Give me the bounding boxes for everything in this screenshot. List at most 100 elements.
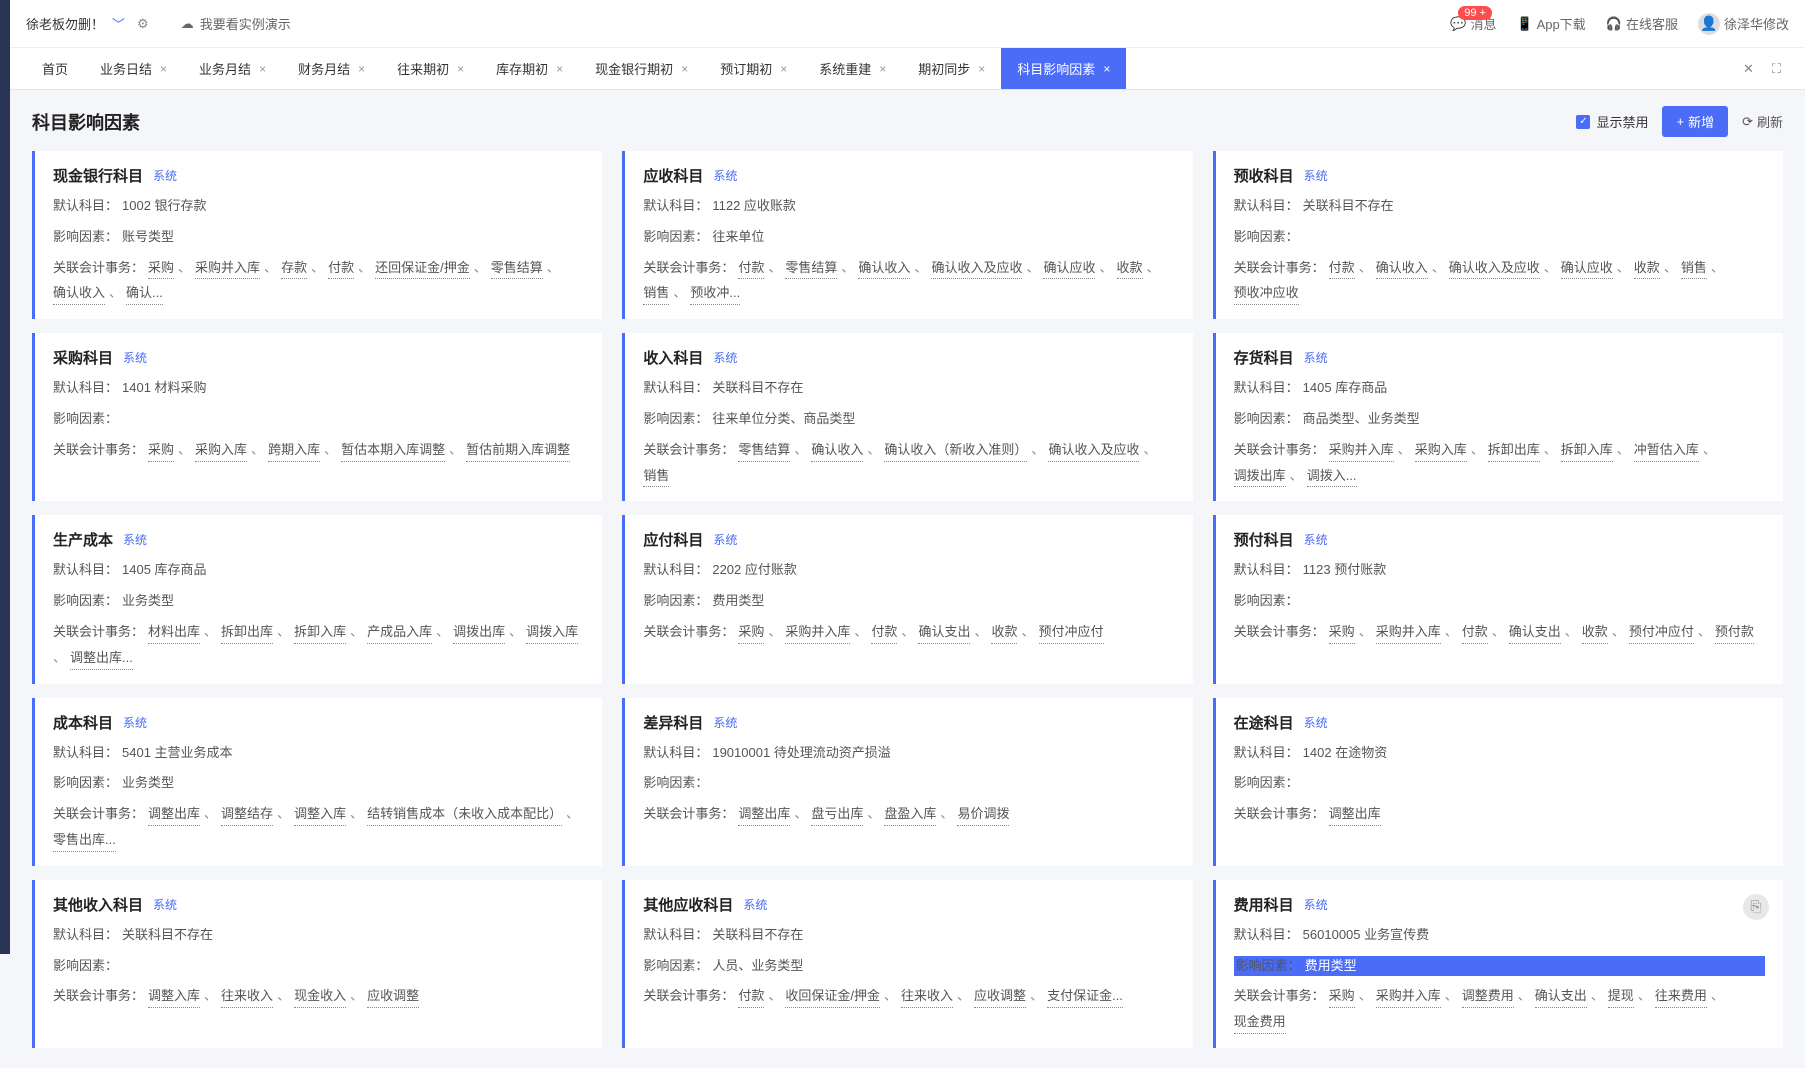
- related-link[interactable]: 付款: [328, 258, 354, 280]
- related-link[interactable]: 付款: [1462, 622, 1488, 644]
- related-link[interactable]: 暂估前期入库调整: [466, 440, 570, 462]
- online-service-link[interactable]: 🎧 在线客服: [1606, 14, 1678, 33]
- subject-card[interactable]: 预收科目系统默认科目：关联科目不存在影响因素：关联会计事务：付款、确认收入、确认…: [1213, 151, 1783, 319]
- demo-link[interactable]: ☁ 我要看实例演示: [181, 14, 291, 33]
- related-link[interactable]: 收款: [1634, 258, 1660, 280]
- related-link[interactable]: 确认收入及应收: [1048, 440, 1139, 462]
- related-link[interactable]: 付款: [738, 258, 764, 280]
- related-link[interactable]: 拆卸出库: [221, 622, 273, 644]
- subject-card[interactable]: 生产成本系统默认科目：1405 库存商品影响因素：业务类型关联会计事务：材料出库…: [32, 515, 602, 683]
- close-icon[interactable]: ×: [978, 62, 985, 76]
- close-icon[interactable]: ×: [681, 62, 688, 76]
- fullscreen-icon[interactable]: ⛶: [1768, 57, 1785, 81]
- related-link[interactable]: 预付冲应付: [1039, 622, 1104, 644]
- messages-link[interactable]: 99 + 💬 消息: [1450, 14, 1496, 33]
- related-link[interactable]: 采购: [1329, 986, 1355, 1008]
- related-link[interactable]: 采购入库: [1415, 440, 1467, 462]
- tab[interactable]: 科目影响因素×: [1001, 48, 1126, 89]
- related-link[interactable]: 拆卸入库: [294, 622, 346, 644]
- related-link[interactable]: 收款: [1582, 622, 1608, 644]
- related-link[interactable]: 采购入库: [195, 440, 247, 462]
- related-link[interactable]: 预收冲...: [690, 283, 740, 305]
- related-link[interactable]: 调拨出库: [1234, 466, 1286, 488]
- subject-card[interactable]: 成本科目系统默认科目：5401 主营业务成本影响因素：业务类型关联会计事务：调整…: [32, 698, 602, 866]
- refresh-button[interactable]: ⟳ 刷新: [1742, 112, 1783, 131]
- related-link[interactable]: 确认收入: [811, 440, 863, 462]
- related-link[interactable]: 零售结算: [491, 258, 543, 280]
- related-link[interactable]: 零售结算: [738, 440, 790, 462]
- subject-card[interactable]: 预付科目系统默认科目：1123 预付账款影响因素：关联会计事务：采购、采购并入库…: [1213, 515, 1783, 683]
- related-link[interactable]: 调整出库: [738, 804, 790, 826]
- subject-card[interactable]: 应付科目系统默认科目：2202 应付账款影响因素：费用类型关联会计事务：采购、采…: [622, 515, 1192, 683]
- related-link[interactable]: 采购并入库: [1376, 986, 1441, 1008]
- close-icon[interactable]: ×: [358, 62, 365, 76]
- tab[interactable]: 预订期初×: [704, 48, 803, 89]
- related-link[interactable]: 预收冲应收: [1234, 283, 1299, 305]
- related-link[interactable]: 往来收入: [901, 986, 953, 1008]
- related-link[interactable]: 确认支出: [918, 622, 970, 644]
- related-link[interactable]: 确认收入: [1376, 258, 1428, 280]
- subject-card[interactable]: 差异科目系统默认科目：19010001 待处理流动资产损溢影响因素：关联会计事务…: [622, 698, 1192, 866]
- related-link[interactable]: 销售: [643, 283, 669, 305]
- related-link[interactable]: 应收调整: [367, 986, 419, 1008]
- related-link[interactable]: 付款: [871, 622, 897, 644]
- related-link[interactable]: 采购: [738, 622, 764, 644]
- subject-card[interactable]: 其他收入科目系统默认科目：关联科目不存在影响因素：关联会计事务：调整入库、往来收…: [32, 880, 602, 1048]
- subject-card[interactable]: 费用科目系统默认科目：56010005 业务宣传费影响因素：费用类型关联会计事务…: [1213, 880, 1783, 1048]
- subject-card[interactable]: 存货科目系统默认科目：1405 库存商品影响因素：商品类型、业务类型关联会计事务…: [1213, 333, 1783, 501]
- related-link[interactable]: 调拨入库: [526, 622, 578, 644]
- related-link[interactable]: 往来费用: [1655, 986, 1707, 1008]
- related-link[interactable]: 易价调拨: [957, 804, 1009, 826]
- tab[interactable]: 财务月结×: [282, 48, 381, 89]
- app-download-link[interactable]: 📱 App下载: [1516, 14, 1585, 33]
- related-link[interactable]: 提现: [1608, 986, 1634, 1008]
- close-icon[interactable]: ×: [879, 62, 886, 76]
- related-link[interactable]: 调整出库: [148, 804, 200, 826]
- related-link[interactable]: 调整出库: [1329, 804, 1381, 826]
- card-action-icon[interactable]: ⎘: [1743, 894, 1769, 920]
- tab[interactable]: 期初同步×: [902, 48, 1001, 89]
- related-link[interactable]: 调整入库: [294, 804, 346, 826]
- related-link[interactable]: 现金收入: [294, 986, 346, 1008]
- related-link[interactable]: 付款: [1329, 258, 1355, 280]
- related-link[interactable]: 调整费用: [1462, 986, 1514, 1008]
- related-link[interactable]: 拆卸入库: [1561, 440, 1613, 462]
- related-link[interactable]: 收款: [1117, 258, 1143, 280]
- related-link[interactable]: 收款: [991, 622, 1017, 644]
- close-icon[interactable]: ×: [160, 62, 167, 76]
- related-link[interactable]: 采购: [1329, 622, 1355, 644]
- related-link[interactable]: 销售: [1681, 258, 1707, 280]
- related-link[interactable]: 调整结存: [221, 804, 273, 826]
- add-button[interactable]: + 新增: [1662, 106, 1728, 137]
- related-link[interactable]: 调拨入...: [1307, 466, 1357, 488]
- close-all-tabs-icon[interactable]: ✕: [1739, 57, 1758, 81]
- tab[interactable]: 首页: [26, 48, 84, 89]
- related-link[interactable]: 确认支出: [1535, 986, 1587, 1008]
- related-link[interactable]: 确认收入: [53, 283, 105, 305]
- related-link[interactable]: 支付保证金...: [1047, 986, 1123, 1008]
- tab[interactable]: 库存期初×: [480, 48, 579, 89]
- gear-icon[interactable]: ⚙: [137, 16, 149, 32]
- subject-card[interactable]: 应收科目系统默认科目：1122 应收账款影响因素：往来单位关联会计事务：付款、零…: [622, 151, 1192, 319]
- tab[interactable]: 业务月结×: [183, 48, 282, 89]
- related-link[interactable]: 销售: [643, 466, 669, 488]
- close-icon[interactable]: ×: [259, 62, 266, 76]
- related-link[interactable]: 采购: [148, 440, 174, 462]
- user-menu[interactable]: 👤 徐泽华修改: [1698, 13, 1789, 35]
- related-link[interactable]: 往来收入: [221, 986, 273, 1008]
- related-link[interactable]: 确认收入: [858, 258, 910, 280]
- related-link[interactable]: 材料出库: [148, 622, 200, 644]
- org-selector[interactable]: 徐老板勿删！ ﹀: [26, 14, 125, 33]
- related-link[interactable]: 预付冲应付: [1629, 622, 1694, 644]
- close-icon[interactable]: ×: [457, 62, 464, 76]
- related-link[interactable]: 跨期入库: [268, 440, 320, 462]
- close-icon[interactable]: ×: [780, 62, 787, 76]
- related-link[interactable]: 付款: [738, 986, 764, 1008]
- related-link[interactable]: 采购: [148, 258, 174, 280]
- related-link[interactable]: 收回保证金/押金: [785, 986, 880, 1008]
- subject-card[interactable]: 现金银行科目系统默认科目：1002 银行存款影响因素：账号类型关联会计事务：采购…: [32, 151, 602, 319]
- related-link[interactable]: 现金费用: [1234, 1012, 1286, 1034]
- related-link[interactable]: 确认收入及应收: [1449, 258, 1540, 280]
- related-link[interactable]: 调整出库...: [70, 648, 133, 670]
- related-link[interactable]: 确认支出: [1509, 622, 1561, 644]
